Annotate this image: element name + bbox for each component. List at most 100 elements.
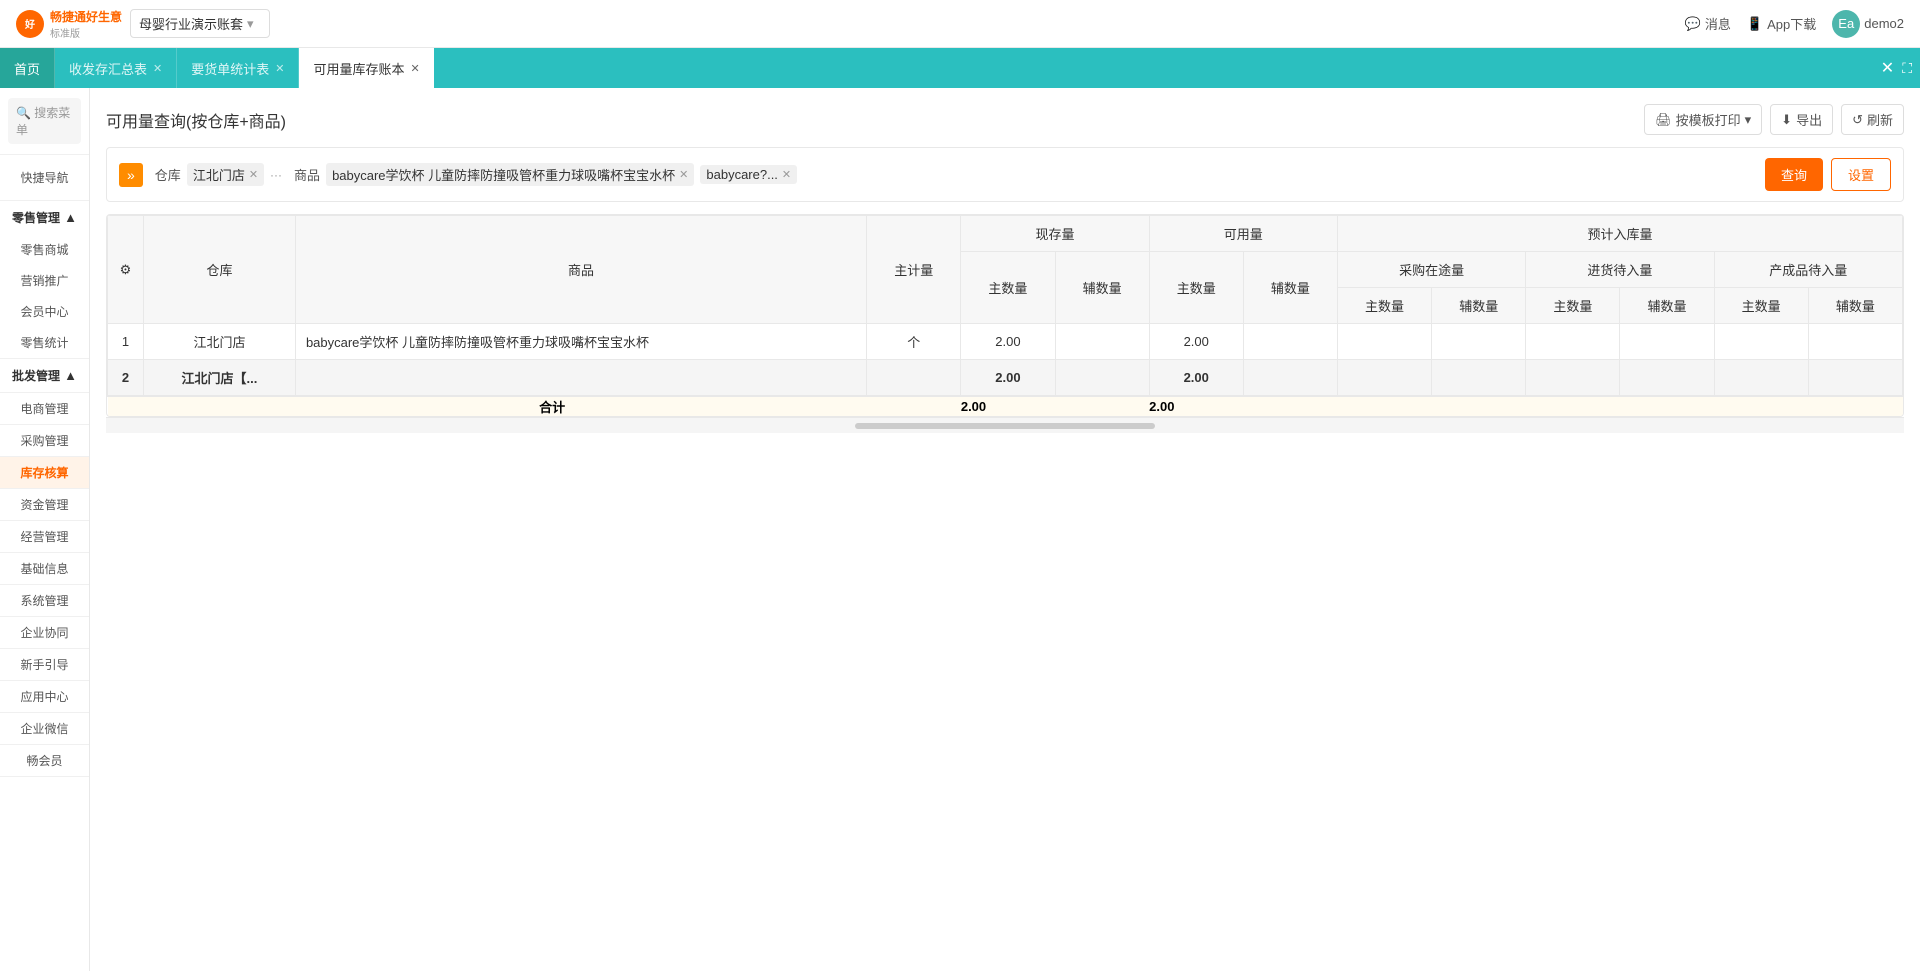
th-purchase-sub: 采购在途量 [1337,252,1525,288]
cell-purchase-main [1337,324,1431,360]
table-row: 1 江北门店 babycare学饮杯 儿童防摔防撞吸管杯重力球吸嘴杯宝宝水杯 个… [108,324,1903,360]
tab-home[interactable]: 首页 [0,48,55,88]
tab-available-stock-close[interactable]: ✕ [411,62,420,75]
sidebar-item-purchase[interactable]: 采购管理 [0,425,89,456]
product-filter-group: 商品 babycare学饮杯 儿童防摔防撞吸管杯重力球吸嘴杯宝宝水杯 ✕ bab… [294,163,797,186]
table-footer-row: 合计 2.00 2.00 [108,396,1903,416]
sidebar-item-operations[interactable]: 经营管理 [0,521,89,552]
cell-purchase-main-sub [1337,360,1431,397]
warehouse-more-btn[interactable]: ··· [270,168,282,182]
sidebar-item-app-center[interactable]: 应用中心 [0,681,89,712]
query-btn[interactable]: 查询 [1765,158,1823,191]
sidebar-item-quick-nav[interactable]: 快捷导航 [0,161,89,194]
sidebar-group-retail-title[interactable]: 零售管理 ▲ [0,201,89,234]
industry-selector[interactable]: 母婴行业演示账套 ▾ [130,9,270,38]
top-bar-left: 好 畅捷通好生意 标准版 母婴行业演示账套 ▾ [16,8,270,40]
message-btn[interactable]: 💬 消息 [1685,14,1731,33]
warehouse-filter-group: 仓库 江北门店 ✕ ··· [155,163,282,186]
product-tag: babycare学饮杯 儿童防摔防撞吸管杯重力球吸嘴杯宝宝水杯 ✕ [326,163,694,186]
cell-avail-aux [1243,324,1337,360]
refresh-icon: ↺ [1852,112,1863,128]
user-menu[interactable]: Ea demo2 [1832,10,1904,38]
sidebar-search-area: 🔍 搜索菜单 [0,88,89,155]
tab-close-all[interactable]: ✕ [1881,58,1894,78]
page-container: 可用量查询(按仓库+商品) 🖨 按模板打印 ▾ ⬇ 导出 ↺ 刷新 [90,88,1920,971]
sidebar-group-retail: 零售管理 ▲ 零售商城 营销推广 会员中心 零售统计 [0,201,89,359]
sidebar-group-app-center: 应用中心 [0,681,89,713]
filter-expand-btn[interactable]: » [119,163,143,187]
sidebar-group-purchase: 采购管理 [0,425,89,457]
footer-avail-main: 2.00 [1149,396,1243,416]
refresh-btn[interactable]: ↺ 刷新 [1841,104,1904,135]
cell-incoming-main [1526,324,1620,360]
settings-icon[interactable]: ⚙ [120,262,132,277]
th-finished-aux: 辅数量 [1808,288,1902,324]
setting-btn[interactable]: 设置 [1831,158,1891,191]
product-tag-close[interactable]: ✕ [679,168,688,181]
sidebar-item-newbie[interactable]: 新手引导 [0,649,89,680]
sidebar-group-newbie: 新手引导 [0,649,89,681]
avatar: Ea [1832,10,1860,38]
th-incoming-sub: 进货待入量 [1526,252,1714,288]
cell-incoming-aux [1620,324,1714,360]
footer-purchase-main [1337,396,1431,416]
sidebar-item-inventory[interactable]: 库存核算 [0,457,89,488]
th-settings: ⚙ [108,216,144,324]
sidebar-item-ecommerce[interactable]: 电商管理 [0,393,89,424]
tab-bar: 首页 收发存汇总表 ✕ 要货单统计表 ✕ 可用量库存账本 ✕ ✕ ⛶ [0,48,1920,88]
wholesale-expand-icon: ▲ [64,368,77,383]
product-tag2: babycare?... ✕ [700,165,797,184]
th-stock-group: 现存量 [961,216,1149,252]
cell-purchase-aux [1432,324,1526,360]
cell-finished-main-sub [1714,360,1808,397]
sidebar-item-system[interactable]: 系统管理 [0,585,89,616]
footer-stock-aux [1055,396,1149,416]
tab-income-expense-close[interactable]: ✕ [153,62,162,75]
tab-income-expense[interactable]: 收发存汇总表 ✕ [55,48,177,88]
sidebar-group-wholesale-title[interactable]: 批发管理 ▲ [0,359,89,392]
sidebar-item-retail-mall[interactable]: 零售商城 [0,234,89,265]
tab-available-stock-label: 可用量库存账本 [313,59,404,78]
tab-order-stats[interactable]: 要货单统计表 ✕ [177,48,299,88]
export-icon: ⬇ [1781,112,1792,128]
chevron-down-icon: ▾ [1745,112,1752,128]
sidebar-item-marketing[interactable]: 营销推广 [0,265,89,296]
footer-finished-main [1714,396,1808,416]
sidebar-item-basic[interactable]: 基础信息 [0,553,89,584]
tab-order-stats-close[interactable]: ✕ [275,62,284,75]
cell-finished-aux [1808,324,1902,360]
horizontal-scrollbar[interactable] [855,423,1155,429]
sidebar-item-finance[interactable]: 资金管理 [0,489,89,520]
cell-no: 2 [108,360,144,397]
sidebar-item-enterprise[interactable]: 企业协同 [0,617,89,648]
cell-avail-main: 2.00 [1149,324,1243,360]
tab-available-stock[interactable]: 可用量库存账本 ✕ [299,48,433,88]
export-btn[interactable]: ⬇ 导出 [1770,104,1833,135]
tab-order-stats-label: 要货单统计表 [191,59,269,78]
footer-avail-aux [1243,396,1337,416]
tab-bar-actions: ✕ ⛶ [1881,58,1920,78]
cell-stock-aux [1055,324,1149,360]
sidebar-group-operations: 经营管理 [0,521,89,553]
sidebar-item-member2[interactable]: 畅会员 [0,745,89,776]
logo-area: 好 畅捷通好生意 标准版 [16,8,122,40]
th-incoming-main: 主数量 [1526,288,1620,324]
sidebar-group-wholesale: 批发管理 ▲ [0,359,89,393]
template-print-btn[interactable]: 🖨 按模板打印 ▾ [1644,104,1762,135]
th-available-group: 可用量 [1149,216,1337,252]
product-tag2-close[interactable]: ✕ [782,168,791,181]
sidebar-item-retail-stats[interactable]: 零售统计 [0,327,89,358]
warehouse-tag-close[interactable]: ✕ [249,168,258,181]
th-purchase-main: 主数量 [1337,288,1431,324]
sidebar-group-ecommerce: 电商管理 [0,393,89,425]
tab-expand[interactable]: ⛶ [1902,60,1912,77]
sidebar-item-wechat[interactable]: 企业微信 [0,713,89,744]
sidebar-item-member[interactable]: 会员中心 [0,296,89,327]
app-download-btn[interactable]: 📱 App下载 [1747,14,1816,33]
cell-warehouse-sub: 江北门店【... [144,360,296,397]
product-label: 商品 [294,165,320,184]
sidebar-group-enterprise: 企业协同 [0,617,89,649]
cell-finished-main [1714,324,1808,360]
chevron-down-icon: ▾ [247,16,254,32]
search-menu-btn[interactable]: 🔍 搜索菜单 [8,98,81,144]
